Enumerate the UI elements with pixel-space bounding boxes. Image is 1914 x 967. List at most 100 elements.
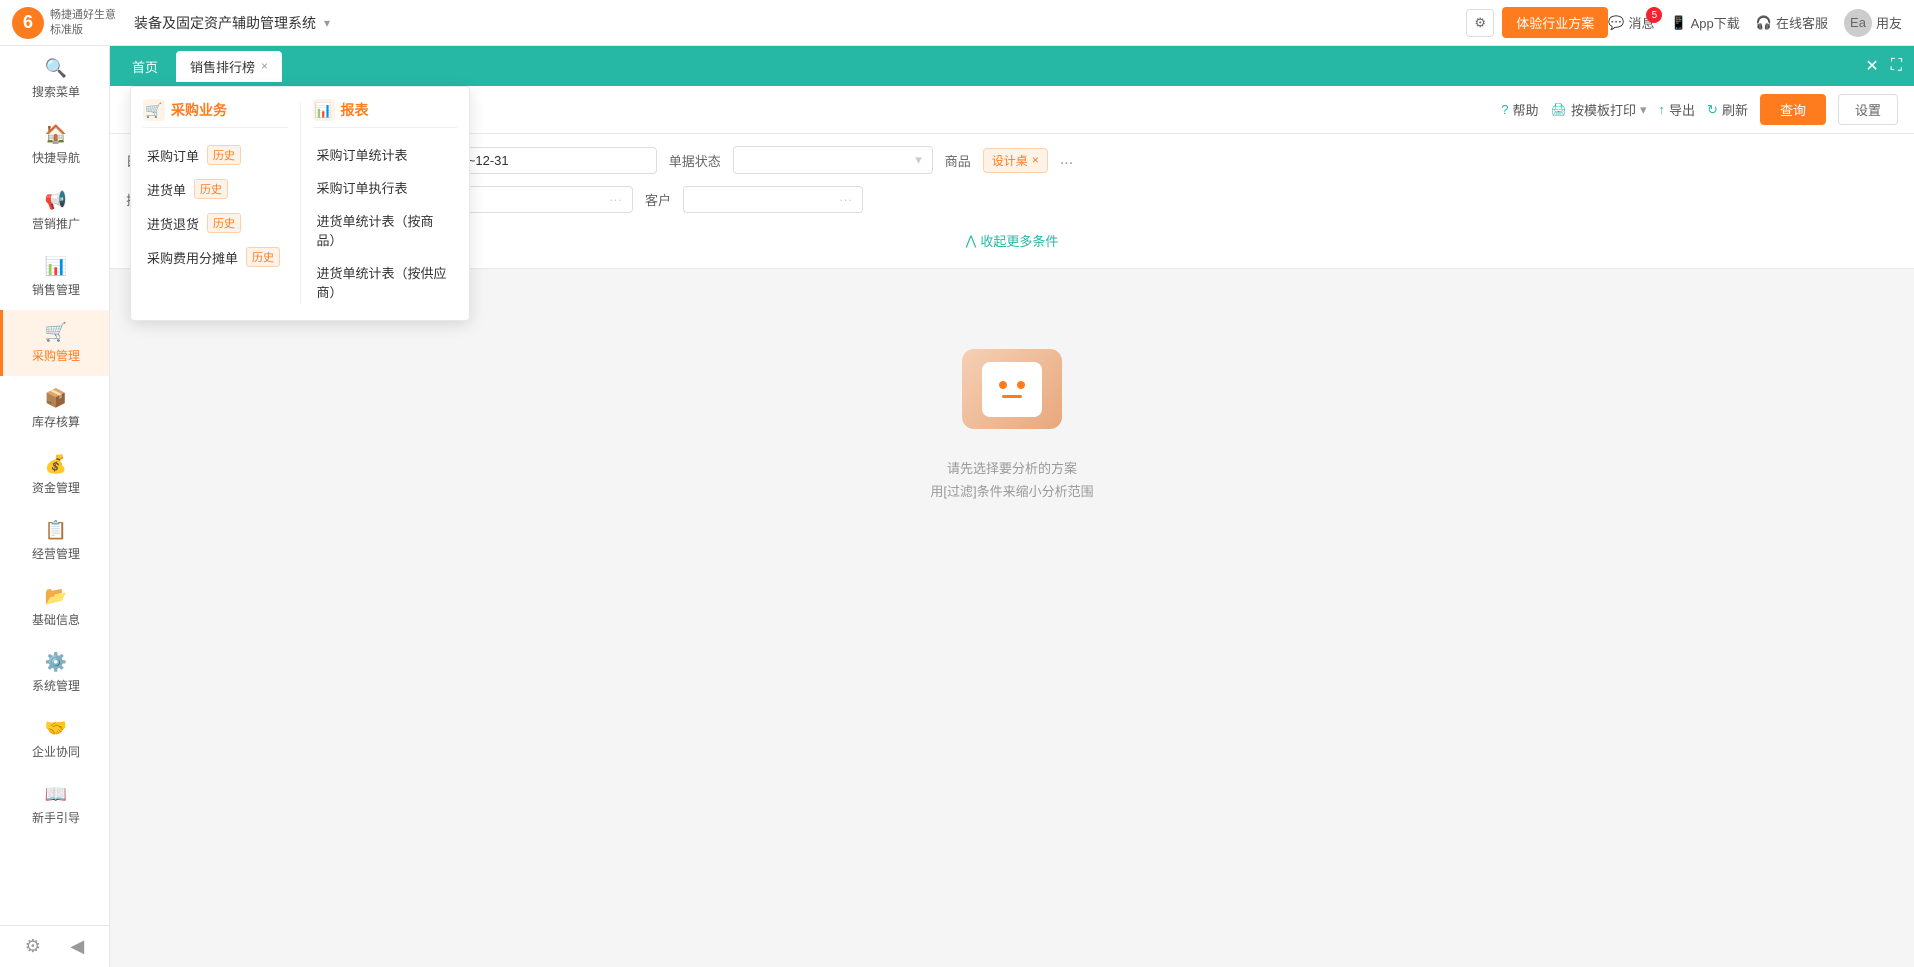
inventory-icon: 📦 <box>45 388 67 409</box>
query-button[interactable]: 查询 <box>1760 94 1826 125</box>
doc-status-chevron-icon: ▾ <box>915 152 922 168</box>
doc-status-select[interactable]: ▾ <box>733 146 933 174</box>
empty-illustration <box>962 349 1062 449</box>
industry-button[interactable]: 体验行业方案 <box>1502 7 1608 38</box>
report-section-icon: 📊 <box>313 99 335 121</box>
sidebar-bottom: ⚙ ◀ <box>0 925 109 967</box>
sidebar-item-guide[interactable]: 📖 新手引导 <box>0 772 109 838</box>
goods-label: 商品 <box>945 151 971 170</box>
report-section-header: 📊 报表 <box>313 99 458 128</box>
basic-icon: 📂 <box>45 586 67 607</box>
tab-sales-rank[interactable]: 销售排行榜 × <box>176 51 282 82</box>
help-button[interactable]: ? 帮助 <box>1501 100 1538 119</box>
sidebar-item-sales[interactable]: 📊 销售管理 <box>0 244 109 310</box>
sidebar-collapse-icon[interactable]: ◀ <box>70 936 84 957</box>
enterprise-icon: 🤝 <box>45 718 67 739</box>
purchase-expense-item[interactable]: 采购费用分摊单 历史 <box>143 240 288 274</box>
system-icon: ⚙️ <box>45 652 67 673</box>
topbar-right-area: 💬 消息 5 📱 App下载 🎧 在线客服 Ea 用友 <box>1608 9 1902 37</box>
tabbar: 首页 销售排行榜 × ✕ ⛶ <box>110 46 1914 86</box>
logo-text: 畅捷通好生意 标准版 <box>50 8 116 37</box>
refresh-icon: ↻ <box>1707 102 1718 118</box>
purchase-order-stat-item[interactable]: 采购订单统计表 <box>313 138 458 171</box>
doc-status-label: 单据状态 <box>669 151 721 170</box>
tabbar-close-button[interactable]: ✕ <box>1861 52 1882 80</box>
purchase-section-header: 🛒 采购业务 <box>143 99 288 128</box>
salesperson-select[interactable]: ··· <box>453 186 633 213</box>
refresh-button[interactable]: ↻ 刷新 <box>1707 100 1748 119</box>
headset-icon: 🎧 <box>1756 15 1772 31</box>
collapse-button[interactable]: ⋀ 收起更多条件 <box>960 225 1065 256</box>
sidebar-item-system[interactable]: ⚙️ 系统管理 <box>0 640 109 706</box>
purchase-dropdown: 🛒 采购业务 采购订单 历史 进货单 历史 进货退货 历史 采购费用分摊单 历史… <box>130 86 470 321</box>
export-icon: ↑ <box>1659 102 1666 117</box>
settings-button[interactable]: 设置 <box>1838 94 1898 125</box>
sidebar-item-marketing[interactable]: 📢 营销推广 <box>0 178 109 244</box>
customer-dots: ··· <box>839 192 852 207</box>
title-chevron-icon[interactable]: ▾ <box>324 16 330 30</box>
sidebar-item-purchase[interactable]: 🛒 采购管理 <box>0 310 109 376</box>
robot-face <box>982 362 1042 417</box>
purchase-order-exec-item[interactable]: 采购订单执行表 <box>313 171 458 204</box>
return-goods-item[interactable]: 进货退货 历史 <box>143 206 288 240</box>
sidebar-item-inventory[interactable]: 📦 库存核算 <box>0 376 109 442</box>
tab-home[interactable]: 首页 <box>118 51 172 82</box>
sidebar-item-quick[interactable]: 🏠 快捷导航 <box>0 112 109 178</box>
help-icon: ? <box>1501 102 1508 117</box>
print-icon: 🖨 <box>1550 102 1567 118</box>
customer-label: 客户 <box>645 190 671 209</box>
robot-eye-left <box>999 381 1007 389</box>
robot-eyes <box>999 381 1025 389</box>
customer-select[interactable]: ··· <box>683 186 863 213</box>
inbound-stat-supplier-item[interactable]: 进货单统计表（按供应商） <box>313 256 458 308</box>
inbound-stat-goods-item[interactable]: 进货单统计表（按商品） <box>313 204 458 256</box>
sidebar-item-operation[interactable]: 📋 经营管理 <box>0 508 109 574</box>
sidebar-item-finance[interactable]: 💰 资金管理 <box>0 442 109 508</box>
collapse-arrow-icon: ⋀ <box>966 233 977 249</box>
print-chevron-icon: ▾ <box>1640 102 1647 118</box>
inbound-order-item[interactable]: 进货单 历史 <box>143 172 288 206</box>
user-avatar: Ea <box>1844 9 1872 37</box>
purchase-expense-history-badge: 历史 <box>246 247 280 267</box>
system-title: 装备及固定资产辅助管理系统 ▾ <box>134 13 1466 33</box>
sidebar-item-basic[interactable]: 📂 基础信息 <box>0 574 109 640</box>
salesperson-dots: ··· <box>609 192 622 207</box>
topbar: 6 畅捷通好生意 标准版 装备及固定资产辅助管理系统 ▾ ⚙ 体验行业方案 💬 … <box>0 0 1914 46</box>
print-button[interactable]: 🖨 按模板打印 ▾ <box>1550 100 1646 119</box>
home-icon: 🏠 <box>45 124 67 145</box>
sidebar-settings-icon[interactable]: ⚙ <box>25 936 41 957</box>
goods-tag-remove[interactable]: × <box>1032 153 1039 167</box>
purchase-section-icon: 🛒 <box>143 99 165 121</box>
tab-close-icon[interactable]: × <box>261 59 268 73</box>
finance-icon: 💰 <box>45 454 67 475</box>
app-download-button[interactable]: 📱 App下载 <box>1670 13 1739 32</box>
report-col: 📊 报表 采购订单统计表 采购订单执行表 进货单统计表（按商品） 进货单统计表（… <box>301 99 470 308</box>
online-service-button[interactable]: 🎧 在线客服 <box>1756 13 1828 32</box>
tabbar-expand-button[interactable]: ⛶ <box>1887 53 1906 79</box>
search-icon: 🔍 <box>45 58 67 79</box>
message-icon: 💬 <box>1608 15 1624 31</box>
user-button[interactable]: Ea 用友 <box>1844 9 1902 37</box>
sidebar-item-enterprise[interactable]: 🤝 企业协同 <box>0 706 109 772</box>
topbar-gear-button[interactable]: ⚙ <box>1466 9 1494 37</box>
purchase-business-col: 🛒 采购业务 采购订单 历史 进货单 历史 进货退货 历史 采购费用分摊单 历史 <box>131 99 300 308</box>
operation-icon: 📋 <box>45 520 67 541</box>
export-button[interactable]: ↑ 导出 <box>1659 100 1696 119</box>
sales-icon: 📊 <box>45 256 67 277</box>
empty-icon-bg <box>962 349 1062 429</box>
date-range-input[interactable]: ~12-31 <box>457 147 657 174</box>
message-badge: 5 <box>1646 7 1662 23</box>
phone-icon: 📱 <box>1670 15 1686 31</box>
marketing-icon: 📢 <box>45 190 67 211</box>
purchase-icon: 🛒 <box>45 322 67 343</box>
guide-icon: 📖 <box>45 784 67 805</box>
robot-mouth <box>1002 395 1022 398</box>
logo-icon: 6 <box>12 7 44 39</box>
logo-area: 6 畅捷通好生意 标准版 <box>12 7 122 39</box>
return-goods-history-badge: 历史 <box>207 213 241 233</box>
purchase-order-item[interactable]: 采购订单 历史 <box>143 138 288 172</box>
sidebar: 🔍 搜索菜单 🏠 快捷导航 📢 营销推广 📊 销售管理 🛒 采购管理 📦 库存核… <box>0 46 110 967</box>
sidebar-item-search[interactable]: 🔍 搜索菜单 <box>0 46 109 112</box>
goods-dots[interactable]: ... <box>1060 151 1073 169</box>
message-button[interactable]: 💬 消息 5 <box>1608 13 1654 32</box>
